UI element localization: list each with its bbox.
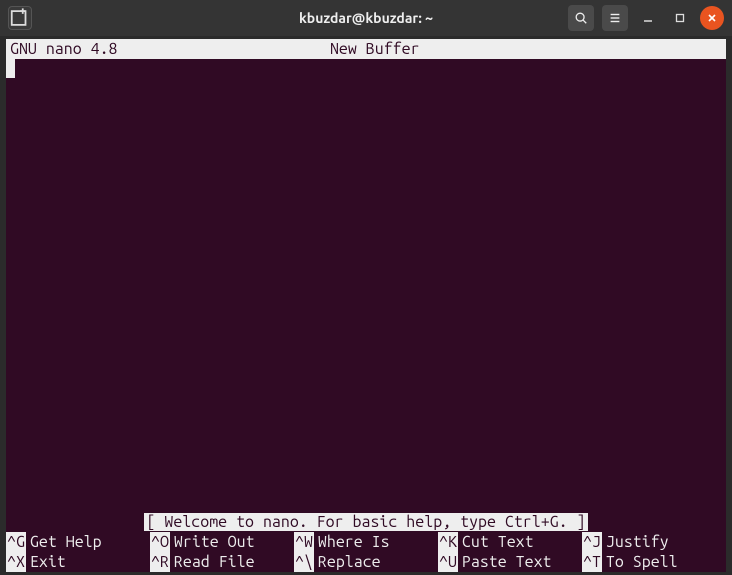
search-button[interactable] (568, 5, 594, 31)
text-cursor (6, 59, 15, 78)
window-titlebar: kbuzdar@kbuzdar: ~ (0, 0, 732, 36)
editor-area[interactable] (6, 59, 726, 512)
close-icon (707, 13, 717, 23)
shortcut-exit: ^XExit (6, 552, 150, 572)
shortcut-paste-text: ^UPaste Text (438, 552, 582, 572)
shortcut-cut-text: ^KCut Text (438, 532, 582, 552)
shortcut-replace: ^\Replace (294, 552, 438, 572)
shortcut-bar: ^GGet Help ^OWrite Out ^WWhere Is ^KCut … (6, 532, 726, 572)
shortcut-read-file: ^RRead File (150, 552, 294, 572)
terminal[interactable]: GNU nano 4.8 New Buffer [ Welcome to nan… (6, 39, 726, 572)
menu-button[interactable] (602, 5, 628, 31)
close-button[interactable] (700, 6, 724, 30)
search-icon (574, 11, 588, 25)
status-message: [ Welcome to nano. For basic help, type … (144, 513, 587, 531)
shortcut-row-2: ^XExit ^RRead File ^\Replace ^UPaste Tex… (6, 552, 726, 572)
nano-buffer-label: New Buffer (28, 39, 722, 59)
maximize-icon (675, 13, 685, 23)
nano-header: GNU nano 4.8 New Buffer (6, 39, 726, 59)
new-tab-button[interactable] (8, 6, 32, 30)
shortcut-get-help: ^GGet Help (6, 532, 150, 552)
shortcut-write-out: ^OWrite Out (150, 532, 294, 552)
status-line: [ Welcome to nano. For basic help, type … (6, 512, 726, 532)
shortcut-justify: ^JJustify (582, 532, 726, 552)
maximize-button[interactable] (668, 6, 692, 30)
shortcut-row-1: ^GGet Help ^OWrite Out ^WWhere Is ^KCut … (6, 532, 726, 552)
hamburger-icon (608, 11, 622, 25)
new-tab-icon (9, 7, 31, 29)
shortcut-to-spell: ^TTo Spell (582, 552, 726, 572)
minimize-button[interactable] (636, 6, 660, 30)
minimize-icon (643, 13, 653, 23)
shortcut-where-is: ^WWhere Is (294, 532, 438, 552)
